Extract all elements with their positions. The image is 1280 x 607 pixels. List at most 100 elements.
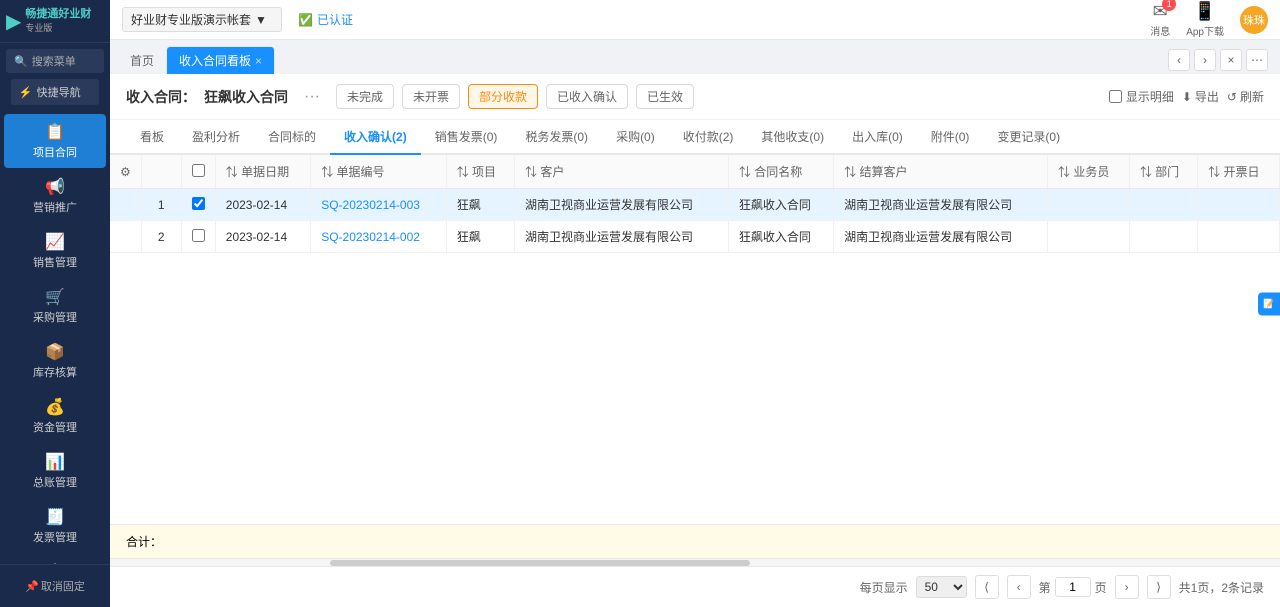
sales-icon: 📈 — [45, 232, 65, 252]
row-open-date — [1198, 189, 1280, 221]
company-dropdown-icon: ▼ — [255, 13, 267, 27]
col-header-date[interactable]: ⇅ 单据日期 — [215, 155, 310, 189]
row-gear[interactable] — [110, 221, 141, 253]
sidebar-item-unpin[interactable]: 📌 取消固定 — [8, 570, 102, 602]
status-not-invoiced-button[interactable]: 未开票 — [402, 84, 460, 109]
tabbar: 首页 收入合同看板 × ‹ › × ⋯ — [110, 40, 1280, 74]
subtab-tax-invoice[interactable]: 税务发票(0) — [511, 120, 602, 155]
subtab-change-log[interactable]: 变更记录(0) — [983, 120, 1074, 155]
marketing-icon: 📢 — [45, 177, 65, 197]
sidebar-item-general[interactable]: 📊 总账管理 — [4, 444, 106, 498]
message-button[interactable]: ✉ 1 消息 — [1150, 1, 1170, 38]
bill-no-link[interactable]: SQ-20230214-002 — [321, 230, 420, 244]
horizontal-scrollbar[interactable] — [110, 558, 1280, 566]
status-confirmed-button[interactable]: 已收入确认 — [546, 84, 628, 109]
app-download-button[interactable]: 📱 App下载 — [1186, 1, 1224, 38]
sidebar-item-purchase[interactable]: 🛒 采购管理 — [4, 279, 106, 333]
contract-more-button[interactable]: ··· — [296, 88, 328, 106]
search-menu-button[interactable]: 🔍 搜索菜单 — [6, 49, 104, 73]
row-bill-no[interactable]: SQ-20230214-003 — [311, 189, 447, 221]
general-icon: 📊 — [45, 452, 65, 472]
col-header-check[interactable] — [181, 155, 215, 189]
user-avatar[interactable]: 珠珠 — [1240, 6, 1268, 34]
row-salesperson — [1047, 189, 1129, 221]
col-header-contract-name[interactable]: ⇅ 合同名称 — [728, 155, 833, 189]
tab-navigation: ‹ › × ⋯ — [1168, 49, 1268, 71]
select-all-checkbox[interactable] — [192, 164, 205, 177]
company-selector[interactable]: 好业财专业版演示帐套 ▼ — [122, 7, 282, 32]
logo-sub: 专业版 — [25, 21, 91, 34]
header-actions: 显示明细 ⬇ 导出 ↺ 刷新 — [1109, 88, 1264, 105]
col-header-final-customer[interactable]: ⇅ 结算客户 — [834, 155, 1048, 189]
sidebar-item-project[interactable]: 📋 项目合同 — [4, 114, 106, 168]
row-check[interactable] — [181, 189, 215, 221]
page-size-select[interactable]: 20 50 100 — [916, 576, 967, 598]
sidebar-item-inventory[interactable]: 📦 库存核算 — [4, 334, 106, 388]
tab-close-all-button[interactable]: × — [1220, 49, 1242, 71]
subtab-sales-invoice[interactable]: 销售发票(0) — [421, 120, 512, 155]
row-date: 2023-02-14 — [215, 221, 310, 253]
row-checkbox[interactable] — [192, 197, 205, 210]
sidebar-item-fund[interactable]: 💰 资金管理 — [4, 389, 106, 443]
bill-no-link[interactable]: SQ-20230214-003 — [321, 198, 420, 212]
col-header-salesperson[interactable]: ⇅ 业务员 — [1047, 155, 1129, 189]
sidebar-item-invoice[interactable]: 🧾 发票管理 — [4, 499, 106, 553]
refresh-icon: ↺ — [1227, 90, 1237, 104]
table-row[interactable]: 2 2023-02-14 SQ-20230214-002 狂飙 湖南卫视商业运营… — [110, 221, 1280, 253]
page-input[interactable] — [1055, 577, 1091, 597]
col-header-open-date[interactable]: ⇅ 开票日 — [1198, 155, 1280, 189]
tab-more-button[interactable]: ⋯ — [1246, 49, 1268, 71]
export-button[interactable]: ⬇ 导出 — [1182, 88, 1219, 105]
col-header-department[interactable]: ⇅ 部门 — [1129, 155, 1197, 189]
row-gear[interactable] — [110, 189, 141, 221]
unpin-label: 取消固定 — [41, 578, 85, 594]
first-page-button[interactable]: ⟨ — [975, 575, 999, 599]
subtab-payment[interactable]: 收付款(2) — [669, 120, 748, 155]
total-label: 合计： — [126, 535, 162, 549]
prev-page-button[interactable]: ‹ — [1007, 575, 1031, 599]
subtab-contract-standard[interactable]: 合同标的 — [254, 120, 330, 155]
status-active-button[interactable]: 已生效 — [636, 84, 694, 109]
col-header-bill-no[interactable]: ⇅ 单据编号 — [311, 155, 447, 189]
next-page-button[interactable]: › — [1115, 575, 1139, 599]
scrollbar-thumb[interactable] — [330, 560, 750, 566]
col-header-project[interactable]: ⇅ 项目 — [446, 155, 514, 189]
subtab-other-income[interactable]: 其他收支(0) — [747, 120, 838, 155]
subtab-attachment[interactable]: 附件(0) — [917, 120, 984, 155]
tab-next-button[interactable]: › — [1194, 49, 1216, 71]
right-note-button[interactable]: 📝 — [1258, 292, 1280, 315]
scrollbar-track — [110, 559, 1280, 566]
col-header-gear[interactable]: ⚙ — [110, 155, 141, 189]
status-not-done-button[interactable]: 未完成 — [336, 84, 394, 109]
row-check[interactable] — [181, 221, 215, 253]
sidebar-item-sales[interactable]: 📈 销售管理 — [4, 224, 106, 278]
row-bill-no[interactable]: SQ-20230214-002 — [311, 221, 447, 253]
table-row[interactable]: 1 2023-02-14 SQ-20230214-003 狂飙 湖南卫视商业运营… — [110, 189, 1280, 221]
subtab-board[interactable]: 看板 — [126, 120, 178, 155]
show-detail-input[interactable] — [1109, 90, 1122, 103]
tab-close-icon[interactable]: × — [255, 54, 262, 68]
quick-nav-button[interactable]: ⚡ 快捷导航 — [11, 79, 99, 105]
last-page-button[interactable]: ⟩ — [1147, 575, 1171, 599]
row-checkbox[interactable] — [192, 229, 205, 242]
note-icon: 📝 — [1263, 298, 1274, 309]
search-menu-label: 搜索菜单 — [32, 53, 76, 69]
subtab-purchase[interactable]: 采购(0) — [602, 120, 669, 155]
status-partial-button[interactable]: 部分收款 — [468, 84, 538, 109]
user-name: 珠珠 — [1243, 12, 1265, 28]
tab-prev-button[interactable]: ‹ — [1168, 49, 1190, 71]
sidebar-item-marketing[interactable]: 📢 营销推广 — [4, 169, 106, 223]
show-detail-checkbox[interactable]: 显示明细 — [1109, 88, 1174, 105]
subtab-warehouse[interactable]: 出入库(0) — [838, 120, 917, 155]
col-header-customer[interactable]: ⇅ 客户 — [514, 155, 728, 189]
row-salesperson — [1047, 221, 1129, 253]
message-badge: 1 — [1162, 0, 1176, 11]
refresh-button[interactable]: ↺ 刷新 — [1227, 88, 1264, 105]
home-tab[interactable]: 首页 — [122, 48, 162, 73]
income-contract-tab[interactable]: 收入合同看板 × — [166, 46, 275, 74]
subtab-income-confirm[interactable]: 收入确认(2) — [330, 120, 421, 155]
subtab-profit[interactable]: 盈利分析 — [178, 120, 254, 155]
sidebar-item-tax[interactable]: 🏛 税务管理 — [4, 554, 106, 564]
main-content: 好业财专业版演示帐套 ▼ ✅ 已认证 ✉ 1 消息 📱 App下载 珠珠 首页 — [110, 0, 1280, 607]
table-footer: 合计： — [110, 524, 1280, 558]
